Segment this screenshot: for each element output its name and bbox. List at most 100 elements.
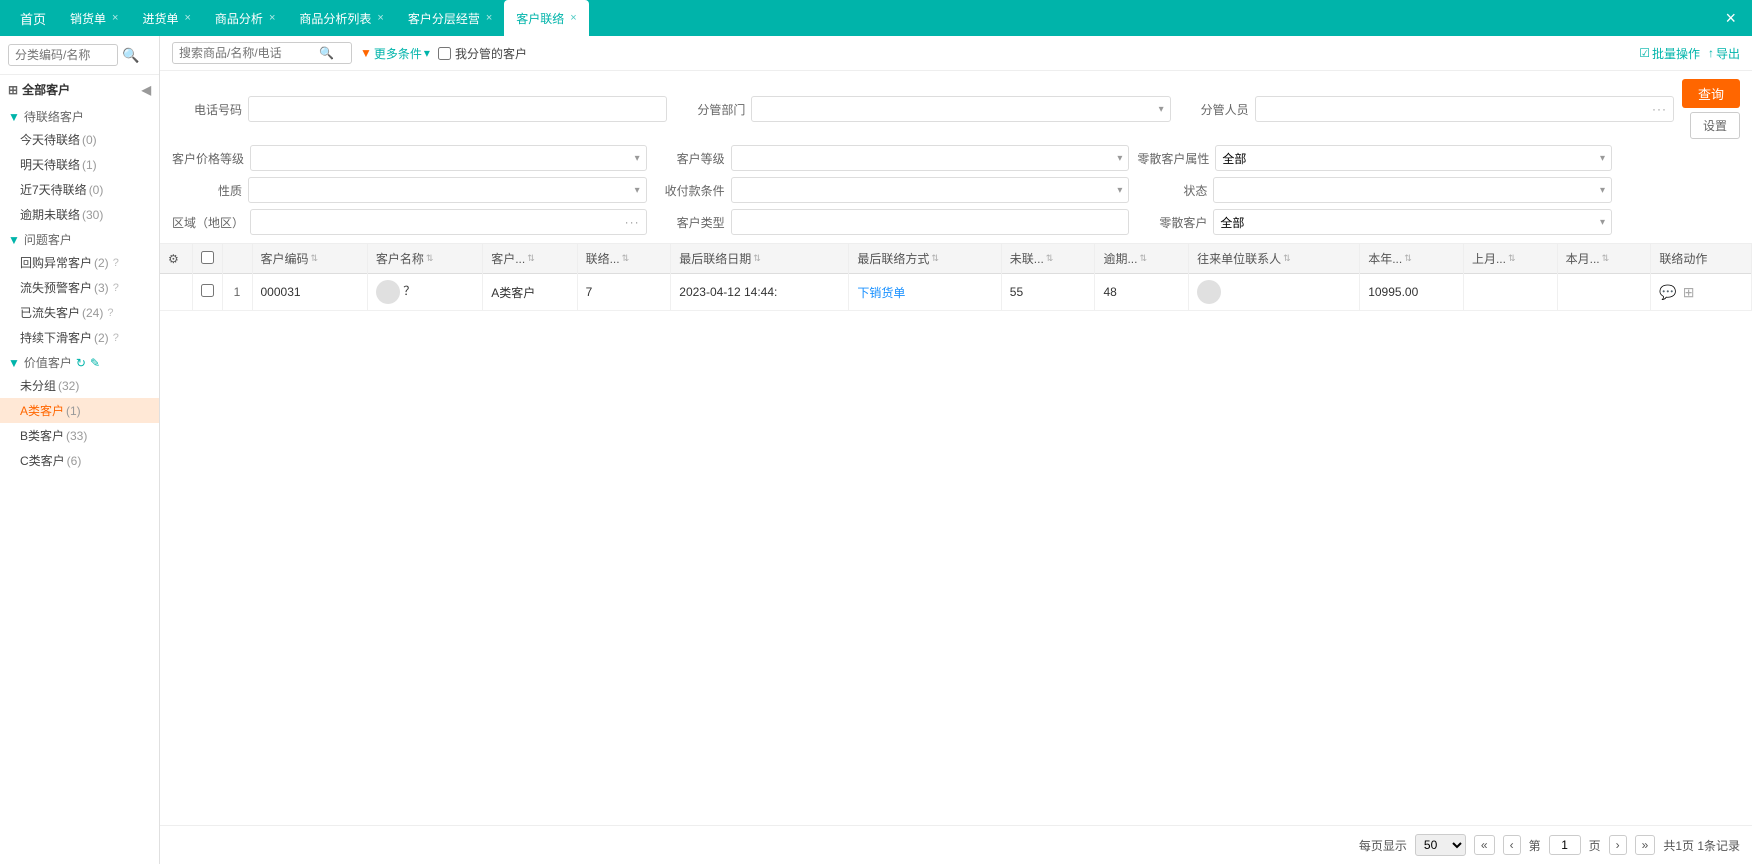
cell-last-month [1463, 274, 1557, 311]
customer-type-input[interactable] [731, 209, 1130, 235]
last-method-link[interactable]: 下销货单 [857, 286, 905, 300]
all-customers-header[interactable]: ⊞ 全部客户 ◀ [0, 75, 159, 104]
sidebar-item-today-pending[interactable]: 今天待联络 (0) [0, 127, 159, 152]
settings-icon[interactable]: ⚙ [168, 252, 179, 266]
last-page-btn[interactable]: » [1635, 835, 1656, 855]
nav-customer-seg[interactable]: 客户分层经营 × [396, 0, 504, 36]
help-icon-2[interactable]: ? [113, 282, 119, 294]
sidebar-item-tomorrow-pending[interactable]: 明天待联络 (1) [0, 152, 159, 177]
th-type[interactable]: 客户... ⇅ [483, 244, 577, 274]
close-purchase-tab[interactable]: × [184, 12, 190, 24]
sidebar-search-input[interactable] [8, 44, 118, 66]
th-action: 联络动作 [1651, 244, 1752, 274]
search-input-wrapper: 🔍 [172, 42, 352, 64]
sidebar-item-churn-warning[interactable]: 流失预警客户 (3) ? [0, 275, 159, 300]
phone-label: 电话号码 [172, 101, 242, 118]
row-checkbox[interactable] [201, 284, 214, 297]
th-contact[interactable]: 联络... ⇅ [577, 244, 671, 274]
close-customer-seg-tab[interactable]: × [486, 12, 492, 24]
th-last-month[interactable]: 上月... ⇅ [1463, 244, 1557, 274]
sidebar-item-repurchase-abnormal[interactable]: 回购异常客户 (2) ? [0, 250, 159, 275]
sidebar-item-overdue[interactable]: 逾期未联络 (30) [0, 202, 159, 227]
toolbar-right: ☑ 批量操作 ↑ 导出 [1639, 45, 1740, 62]
help-icon-3[interactable]: ? [107, 307, 113, 319]
sidebar-item-a-class[interactable]: A类客户 (1) [0, 398, 159, 423]
customer-grade-select[interactable]: ▾ [731, 145, 1130, 171]
export-btn[interactable]: ↑ 导出 [1708, 45, 1740, 62]
customer-name[interactable]: ？ [403, 284, 415, 298]
person-input[interactable]: ··· [1255, 96, 1674, 122]
nav-product[interactable]: 商品分析 × [203, 0, 287, 36]
th-last-method[interactable]: 最后联络方式 ⇅ [849, 244, 1001, 274]
triangle-icon-2: ▼ [8, 233, 20, 247]
page-input[interactable] [1549, 835, 1581, 855]
th-overdue[interactable]: 逾期... ⇅ [1095, 244, 1189, 274]
sidebar-item-7day-pending[interactable]: 近7天待联络 (0) [0, 177, 159, 202]
sidebar-item-ungrouped[interactable]: 未分组 (32) [0, 373, 159, 398]
main-search-input[interactable] [179, 46, 319, 60]
select-all-checkbox[interactable] [201, 251, 214, 264]
settings-button[interactable]: 设置 [1690, 112, 1740, 139]
help-icon-4[interactable]: ? [113, 332, 119, 344]
sidebar-item-b-class[interactable]: B类客户 (33) [0, 423, 159, 448]
query-button[interactable]: 查询 [1682, 79, 1740, 108]
help-icon-1[interactable]: ? [113, 257, 119, 269]
retail-attr-field: 零散客户属性 全部 ▾ [1137, 145, 1612, 171]
nav-product-list[interactable]: 商品分析列表 × [287, 0, 395, 36]
sort-icon-overdue: ⇅ [1139, 253, 1147, 264]
th-this-year[interactable]: 本年... ⇅ [1360, 244, 1464, 274]
more-action-icon[interactable]: ⊞ [1683, 284, 1695, 301]
first-page-btn[interactable]: « [1474, 835, 1495, 855]
phone-input[interactable] [248, 96, 667, 122]
region-label: 区域（地区） [172, 214, 244, 231]
retail-customer-field: 零散客户 全部 ▾ [1137, 209, 1612, 235]
close-product-list-tab[interactable]: × [377, 12, 383, 24]
dept-select[interactable]: ▾ [751, 96, 1170, 122]
sidebar-search-icon[interactable]: 🔍 [122, 47, 139, 64]
th-no-contact[interactable]: 未联... ⇅ [1001, 244, 1095, 274]
close-customer-contact-tab[interactable]: × [570, 12, 576, 24]
main-search-icon[interactable]: 🔍 [319, 46, 334, 60]
nav-sales[interactable]: 销货单 × [58, 0, 130, 36]
retail-customer-select[interactable]: 全部 ▾ [1213, 209, 1612, 235]
dept-label: 分管部门 [675, 101, 745, 118]
close-all-tabs[interactable]: × [1717, 8, 1744, 29]
th-code[interactable]: 客户编码 ⇅ [252, 244, 367, 274]
message-action-icon[interactable]: 💬 [1659, 284, 1676, 301]
nature-select[interactable]: ▾ [248, 177, 647, 203]
my-customer-checkbox[interactable] [438, 47, 451, 60]
collapse-sidebar-icon[interactable]: ◀ [142, 83, 151, 97]
person-dots: ··· [1652, 102, 1667, 116]
per-page-select[interactable]: 50 100 200 [1415, 834, 1466, 856]
refresh-icon[interactable]: ↻ [76, 356, 86, 370]
filter-icon: ▼ [360, 46, 372, 60]
sidebar-item-churned[interactable]: 已流失客户 (24) ? [0, 300, 159, 325]
status-select[interactable]: ▾ [1213, 177, 1612, 203]
close-sales-tab[interactable]: × [112, 12, 118, 24]
sidebar-item-declining[interactable]: 持续下滑客户 (2) ? [0, 325, 159, 350]
retail-attr-select[interactable]: 全部 ▾ [1215, 145, 1612, 171]
nav-home[interactable]: 首页 [8, 0, 58, 36]
edit-icon[interactable]: ✎ [90, 356, 100, 370]
my-customer-checkbox-label[interactable]: 我分管的客户 [438, 45, 527, 62]
th-this-month[interactable]: 本月... ⇅ [1557, 244, 1651, 274]
nav-customer-contact[interactable]: 客户联络 × [504, 0, 588, 36]
th-unit-contact[interactable]: 往来单位联系人 ⇅ [1189, 244, 1360, 274]
payment-select[interactable]: ▾ [731, 177, 1130, 203]
top-navigation: 首页 销货单 × 进货单 × 商品分析 × 商品分析列表 × 客户分层经营 × … [0, 0, 1752, 36]
th-name[interactable]: 客户名称 ⇅ [367, 244, 482, 274]
batch-ops-btn[interactable]: ☑ 批量操作 [1639, 45, 1700, 62]
nav-purchase[interactable]: 进货单 × [130, 0, 202, 36]
th-last-date[interactable]: 最后联络日期 ⇅ [671, 244, 849, 274]
checkbox-icon: ☑ [1639, 46, 1650, 60]
next-page-btn[interactable]: › [1609, 835, 1627, 855]
th-settings[interactable]: ⚙ [160, 244, 192, 274]
sidebar-item-c-class[interactable]: C类客户 (6) [0, 448, 159, 473]
prev-page-btn[interactable]: ‹ [1503, 835, 1521, 855]
cell-unit-contact [1189, 274, 1360, 311]
close-product-tab[interactable]: × [269, 12, 275, 24]
cell-no-contact: 55 [1001, 274, 1095, 311]
price-grade-select[interactable]: ▾ [250, 145, 647, 171]
region-input[interactable]: ··· [250, 209, 647, 235]
more-conditions-btn[interactable]: ▼ 更多条件 ▾ [360, 45, 430, 62]
